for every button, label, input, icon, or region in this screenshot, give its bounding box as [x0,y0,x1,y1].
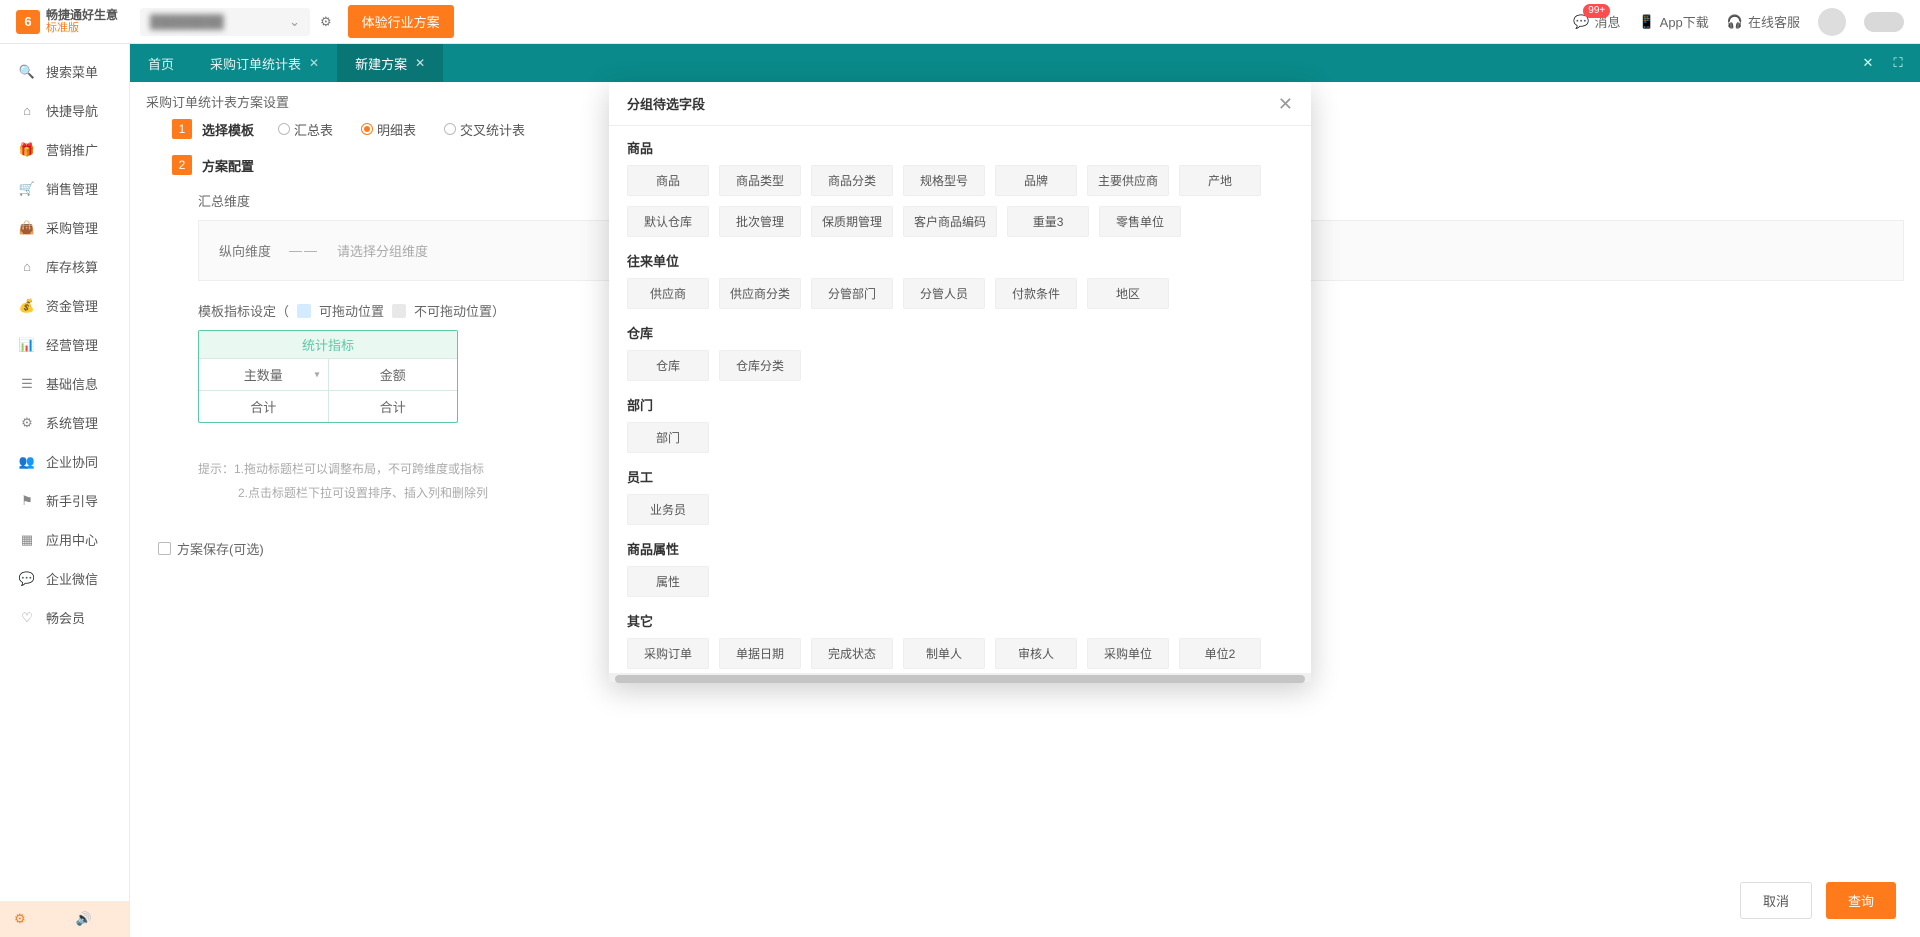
modal-title: 分组待选字段 [627,94,705,113]
field-option[interactable]: 完成状态 [811,638,893,669]
field-group-title: 部门 [627,395,1293,414]
field-group-0: 商品商品商品类型商品分类规格型号品牌主要供应商产地默认仓库批次管理保质期管理客户… [627,138,1293,237]
field-option[interactable]: 默认仓库 [627,206,709,237]
field-option[interactable]: 仓库 [627,350,709,381]
field-group-1: 往来单位供应商供应商分类分管部门分管人员付款条件地区 [627,251,1293,309]
field-option[interactable]: 零售单位 [1099,206,1181,237]
field-option[interactable]: 分管人员 [903,278,985,309]
field-option[interactable]: 单位2 [1179,638,1261,669]
field-option[interactable]: 品牌 [995,165,1077,196]
field-option[interactable]: 规格型号 [903,165,985,196]
field-option[interactable]: 商品分类 [811,165,893,196]
field-option[interactable]: 仓库分类 [719,350,801,381]
field-option[interactable]: 主要供应商 [1087,165,1169,196]
field-option[interactable]: 分管部门 [811,278,893,309]
field-group-title: 仓库 [627,323,1293,342]
field-option[interactable]: 客户商品编码 [903,206,997,237]
modal-horizontal-scrollbar[interactable] [609,673,1311,682]
field-group-title: 往来单位 [627,251,1293,270]
field-group-3: 部门部门 [627,395,1293,453]
field-option[interactable]: 付款条件 [995,278,1077,309]
field-option[interactable]: 商品类型 [719,165,801,196]
field-option[interactable]: 重量3 [1007,206,1089,237]
field-option[interactable]: 供应商分类 [719,278,801,309]
field-group-2: 仓库仓库仓库分类 [627,323,1293,381]
field-option[interactable]: 供应商 [627,278,709,309]
field-group-6: 其它采购订单单据日期完成状态制单人审核人采购单位单位2主计量批号价格类型预计到货… [627,611,1293,673]
field-option[interactable]: 保质期管理 [811,206,893,237]
field-group-title: 其它 [627,611,1293,630]
field-group-title: 商品属性 [627,539,1293,558]
field-option[interactable]: 产地 [1179,165,1261,196]
field-option[interactable]: 属性 [627,566,709,597]
field-option[interactable]: 单据日期 [719,638,801,669]
field-option[interactable]: 制单人 [903,638,985,669]
field-option[interactable]: 批次管理 [719,206,801,237]
field-option[interactable]: 采购单位 [1087,638,1169,669]
field-group-title: 商品 [627,138,1293,157]
field-option[interactable]: 业务员 [627,494,709,525]
field-option[interactable]: 地区 [1087,278,1169,309]
field-group-title: 员工 [627,467,1293,486]
field-option[interactable]: 采购订单 [627,638,709,669]
field-group-5: 商品属性属性 [627,539,1293,597]
field-selector-modal: 分组待选字段 ✕ 商品商品商品类型商品分类规格型号品牌主要供应商产地默认仓库批次… [609,82,1311,682]
field-option[interactable]: 审核人 [995,638,1077,669]
field-group-4: 员工业务员 [627,467,1293,525]
field-option[interactable]: 部门 [627,422,709,453]
field-option[interactable]: 商品 [627,165,709,196]
modal-close-button[interactable]: ✕ [1278,95,1293,113]
